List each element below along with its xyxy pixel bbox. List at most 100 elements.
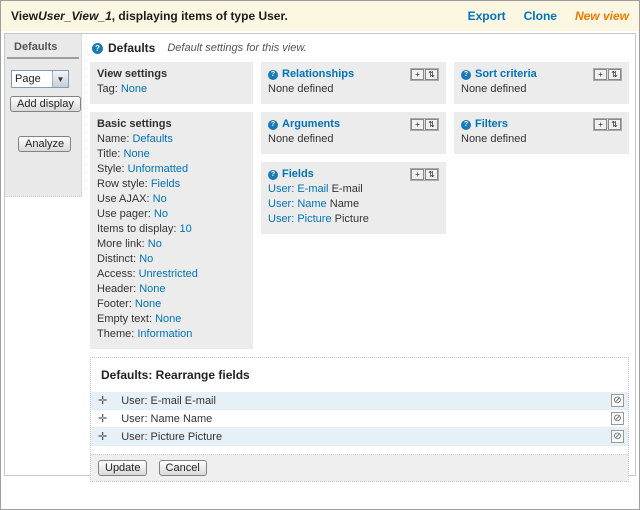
arguments-actions: + ⇅ <box>410 118 439 131</box>
help-icon[interactable]: ? <box>268 169 278 180</box>
form-actions: Update Cancel <box>91 454 628 481</box>
field-link[interactable]: User: Picture <box>268 213 332 225</box>
analyze-button[interactable]: Analyze <box>18 136 72 152</box>
setting-row: Name: Defaults <box>97 132 246 147</box>
display-settings-content: ? Defaults Default settings for this vie… <box>83 34 635 482</box>
table-row: ✛ User: Picture Picture ⊘ <box>91 428 628 446</box>
sort-criteria-header: ? Sort criteria + ⇅ <box>461 67 622 82</box>
chevron-down-icon: ▼ <box>52 71 68 87</box>
setting-value-link[interactable]: Unformatted <box>128 163 189 175</box>
update-button[interactable]: Update <box>98 460 148 476</box>
export-link[interactable]: Export <box>468 9 506 23</box>
drag-handle-icon[interactable]: ✛ <box>98 430 107 443</box>
field-item: User: E-mail E-mail <box>268 182 439 197</box>
setting-value-link[interactable]: Information <box>137 328 192 340</box>
setting-value-link[interactable]: No <box>154 208 168 220</box>
remove-icon[interactable]: ⊘ <box>611 394 624 407</box>
setting-value-link[interactable]: 10 <box>180 223 192 235</box>
sort-criteria-link[interactable]: Sort criteria <box>475 67 537 82</box>
filters-box: ? Filters + ⇅ None defined <box>454 112 629 154</box>
help-icon[interactable]: ? <box>461 69 471 80</box>
drag-handle-icon[interactable]: ✛ <box>98 412 107 425</box>
display-type-select[interactable]: Page ▼ <box>11 70 69 88</box>
rearrange-icon[interactable]: ⇅ <box>608 69 621 80</box>
add-icon[interactable]: + <box>594 119 607 130</box>
setting-value-link[interactable]: Fields <box>151 178 180 190</box>
settings-columns: View settings Tag: None Basic settings N… <box>90 62 629 349</box>
display-type-value: Page <box>15 73 41 85</box>
setting-label: Access: <box>97 268 136 280</box>
rearrange-icon[interactable]: ⇅ <box>425 169 438 180</box>
setting-value-link[interactable]: No <box>153 193 167 205</box>
add-icon[interactable]: + <box>411 69 424 80</box>
setting-label: Items to display: <box>97 223 177 235</box>
filters-link[interactable]: Filters <box>475 117 508 132</box>
setting-label: Footer: <box>97 298 132 310</box>
help-icon[interactable]: ? <box>92 42 103 54</box>
fields-link[interactable]: Fields <box>282 167 314 182</box>
views-edit-panel: Defaults Page ▼ Add display Analyze ? De… <box>4 33 636 482</box>
help-icon[interactable]: ? <box>268 69 278 80</box>
remove-icon[interactable]: ⊘ <box>611 412 624 425</box>
cancel-button[interactable]: Cancel <box>158 460 207 476</box>
field-suffix: Picture <box>331 213 369 225</box>
sort-criteria-box: ? Sort criteria + ⇅ None defined <box>454 62 629 104</box>
views-ui-window: View User_View_1 , displaying items of t… <box>0 0 640 510</box>
field-link[interactable]: User: Name <box>268 198 327 210</box>
setting-row: More link: No <box>97 237 246 252</box>
setting-value-link[interactable]: No <box>139 253 153 265</box>
relationships-header: ? Relationships + ⇅ <box>268 67 439 82</box>
clone-link[interactable]: Clone <box>524 9 557 23</box>
setting-label: Title: <box>97 148 121 160</box>
view-title-bar: View User_View_1 , displaying items of t… <box>1 1 639 31</box>
setting-row: Style: Unformatted <box>97 162 246 177</box>
setting-row: Distinct: No <box>97 252 246 267</box>
setting-value-link[interactable]: None <box>139 283 165 295</box>
setting-row: Row style: Fields <box>97 177 246 192</box>
drag-handle-icon[interactable]: ✛ <box>98 394 107 407</box>
row-label: User: Name Name <box>121 412 213 425</box>
field-link[interactable]: User: E-mail <box>268 183 329 195</box>
sort-criteria-actions: + ⇅ <box>593 68 622 81</box>
display-header-title: Defaults <box>108 41 156 55</box>
setting-value-link[interactable]: None <box>135 298 161 310</box>
remove-icon[interactable]: ⊘ <box>611 430 624 443</box>
settings-column-2: ? Relationships + ⇅ None defined ? Argum… <box>261 62 446 234</box>
setting-label: Use AJAX: <box>97 193 150 205</box>
basic-settings-title: Basic settings <box>97 118 172 130</box>
display-sidebar: Defaults Page ▼ Add display Analyze <box>5 34 82 197</box>
field-suffix: E-mail <box>328 183 363 195</box>
setting-value-link[interactable]: No <box>148 238 162 250</box>
tab-defaults[interactable]: Defaults <box>7 34 79 59</box>
add-icon[interactable]: + <box>594 69 607 80</box>
setting-label: Distinct: <box>97 253 137 265</box>
display-header-description: Default settings for this view. <box>167 42 307 54</box>
add-icon[interactable]: + <box>411 169 424 180</box>
rearrange-fields-panel: Defaults: Rearrange fields ✛ User: E-mai… <box>90 357 629 482</box>
setting-row: Title: None <box>97 147 246 162</box>
setting-value-link[interactable]: None <box>155 313 181 325</box>
setting-label: Name: <box>97 133 130 145</box>
help-icon[interactable]: ? <box>268 119 278 130</box>
help-icon[interactable]: ? <box>461 119 471 130</box>
arguments-link[interactable]: Arguments <box>282 117 340 132</box>
settings-column-1: View settings Tag: None Basic settings N… <box>90 62 253 349</box>
relationships-link[interactable]: Relationships <box>282 67 354 82</box>
setting-value-link[interactable]: None <box>124 148 150 160</box>
setting-value-link[interactable]: Unrestricted <box>139 268 198 280</box>
new-view-link[interactable]: New view <box>575 9 629 23</box>
table-row: ✛ User: Name Name ⊘ <box>91 410 628 428</box>
setting-value-link[interactable]: None <box>121 83 147 95</box>
row-label: User: E-mail E-mail <box>121 394 216 407</box>
rearrange-icon[interactable]: ⇅ <box>425 69 438 80</box>
add-icon[interactable]: + <box>411 119 424 130</box>
setting-label: More link: <box>97 238 145 250</box>
sort-criteria-empty-text: None defined <box>461 83 527 95</box>
setting-row: Header: None <box>97 282 246 297</box>
rearrange-title: Defaults: Rearrange fields <box>101 368 250 382</box>
add-display-button[interactable]: Add display <box>10 96 81 112</box>
display-header: ? Defaults Default settings for this vie… <box>90 39 629 62</box>
rearrange-icon[interactable]: ⇅ <box>608 119 621 130</box>
setting-value-link[interactable]: Defaults <box>132 133 172 145</box>
rearrange-icon[interactable]: ⇅ <box>425 119 438 130</box>
